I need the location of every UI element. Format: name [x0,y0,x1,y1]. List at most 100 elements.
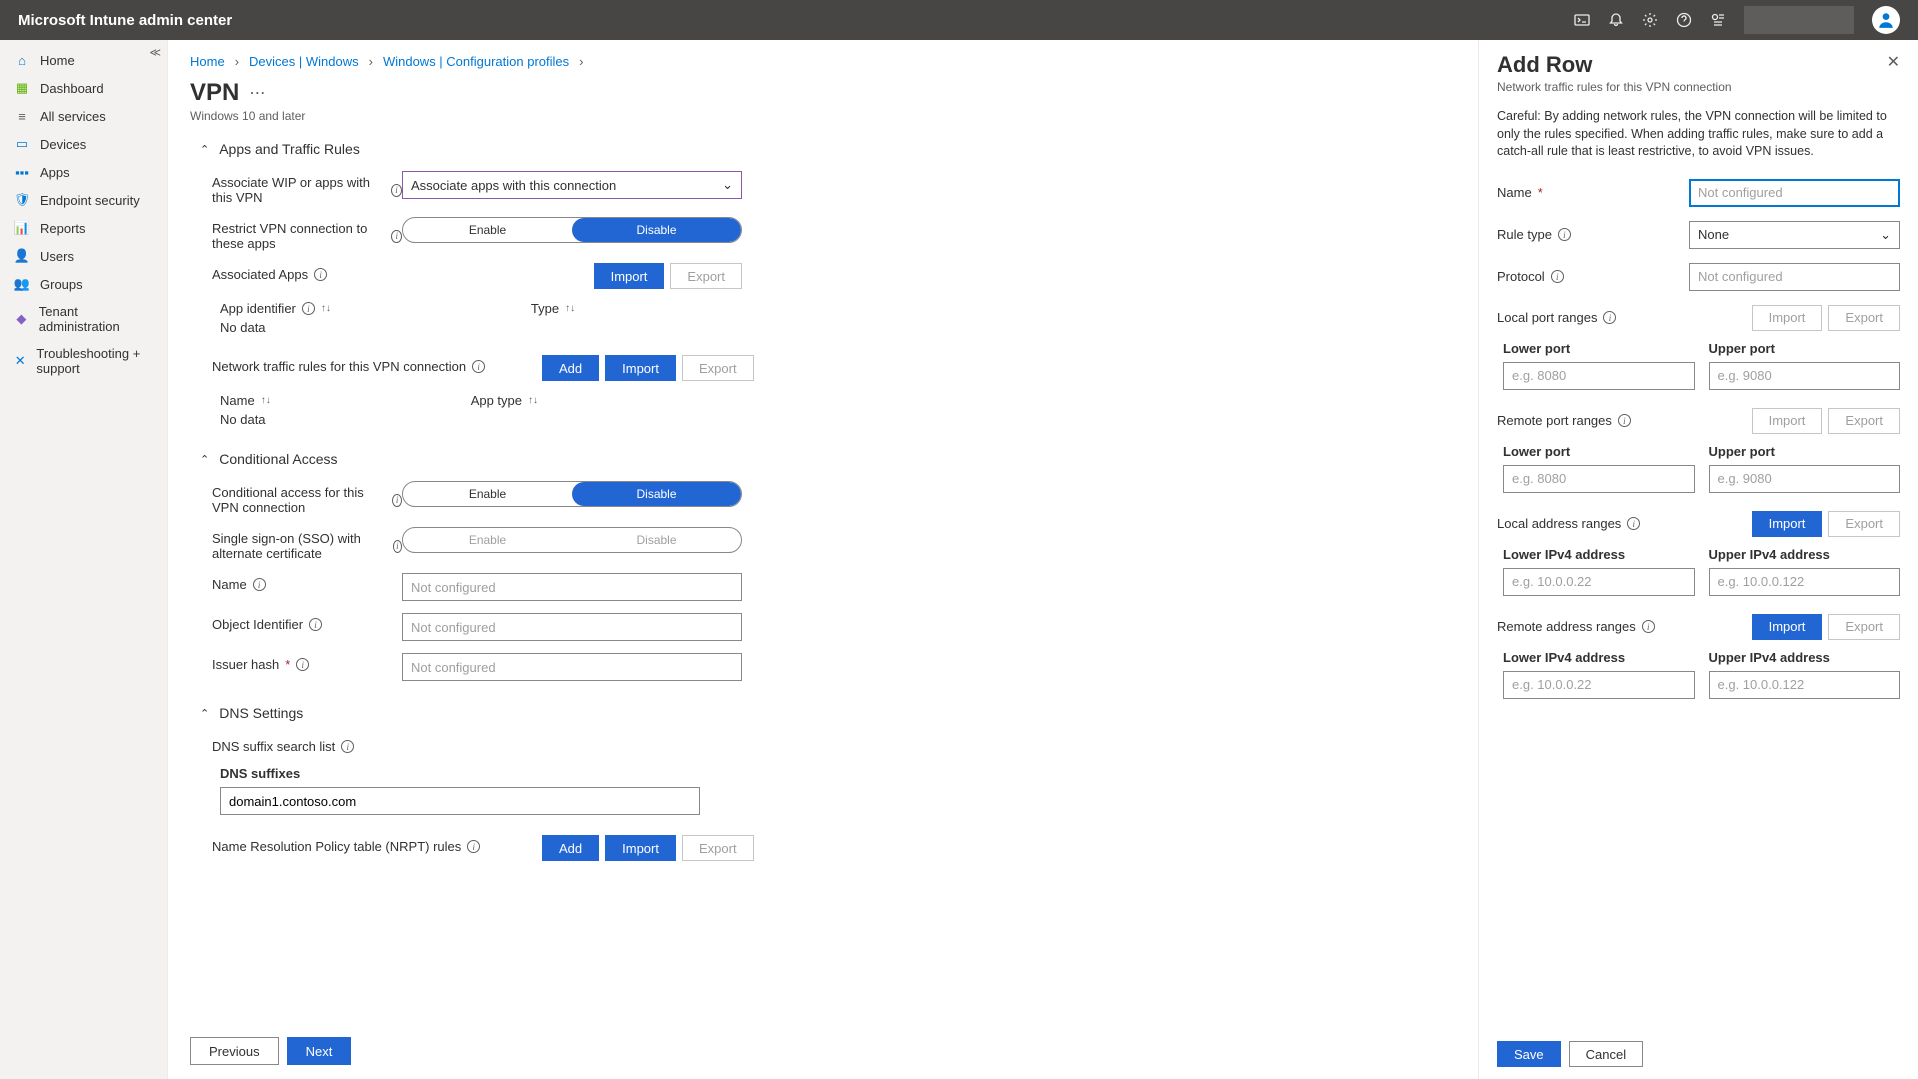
list-icon: ≡ [14,108,30,124]
flyout-title: Add Row [1497,52,1732,78]
section-toggle[interactable]: ⌃Conditional Access [200,451,1456,467]
apps-icon: ▪▪▪ [14,164,30,180]
sidebar-item-users[interactable]: 👤Users [0,242,167,270]
wrench-icon: ✕ [14,353,26,369]
account-block[interactable] [1744,6,1854,34]
info-icon[interactable]: i [472,360,485,373]
sidebar-item-apps[interactable]: ▪▪▪Apps [0,158,167,186]
col-name[interactable]: Name [220,393,255,408]
add-button[interactable]: Add [542,355,599,381]
upper-port-input[interactable] [1709,465,1901,493]
next-button[interactable]: Next [287,1037,352,1065]
import-button[interactable]: Import [605,835,676,861]
breadcrumb-link[interactable]: Windows | Configuration profiles [383,54,569,69]
toggle-disable[interactable]: Disable [572,218,741,242]
col-app-type[interactable]: App type [471,393,522,408]
info-icon[interactable]: i [1551,270,1564,283]
protocol-input[interactable] [1689,263,1900,291]
upper-port-input[interactable] [1709,362,1901,390]
label-remote-ports: Remote port ranges [1497,413,1612,428]
info-icon[interactable]: i [314,268,327,281]
ca-toggle[interactable]: EnableDisable [402,481,742,507]
more-icon[interactable]: ⋯ [249,83,266,103]
label-local-ports: Local port ranges [1497,310,1597,325]
lower-port-input[interactable] [1503,465,1695,493]
sidebar-item-label: Dashboard [40,81,104,96]
toggle-enable[interactable]: Enable [403,482,572,506]
info-icon[interactable]: i [391,184,402,197]
sort-icon[interactable]: ↑↓ [565,303,575,314]
section-toggle[interactable]: ⌃DNS Settings [200,705,1456,721]
sidebar-item-home[interactable]: ⌂Home [0,46,167,74]
cancel-button[interactable]: Cancel [1569,1041,1643,1067]
lower-ip-input[interactable] [1503,671,1695,699]
info-icon[interactable]: i [467,840,480,853]
sidebar-item-devices[interactable]: ▭Devices [0,130,167,158]
add-button[interactable]: Add [542,835,599,861]
sidebar-item-tenant[interactable]: ◆Tenant administration [0,298,167,340]
info-icon[interactable]: i [302,302,315,315]
upper-ip-input[interactable] [1709,671,1901,699]
previous-button[interactable]: Previous [190,1037,279,1065]
page-subtitle: Windows 10 and later [190,109,1456,123]
breadcrumb-link[interactable]: Devices | Windows [249,54,359,69]
col-app-id[interactable]: App identifier [220,301,296,316]
info-icon[interactable]: i [1618,414,1631,427]
lower-port-input[interactable] [1503,362,1695,390]
import-button[interactable]: Import [1752,511,1823,537]
name-input[interactable] [1689,179,1900,207]
import-button[interactable]: Import [594,263,665,289]
notifications-icon[interactable] [1608,12,1624,28]
info-icon[interactable]: i [393,540,402,553]
help-icon[interactable] [1676,12,1692,28]
sort-icon[interactable]: ↑↓ [261,395,271,406]
import-button[interactable]: Import [1752,614,1823,640]
toggle-disable[interactable]: Disable [572,482,741,506]
info-icon[interactable]: i [392,494,402,507]
rule-type-dropdown[interactable]: None⌄ [1689,221,1900,249]
settings-icon[interactable] [1642,12,1658,28]
label-local-addr: Local address ranges [1497,516,1621,531]
info-icon[interactable]: i [1627,517,1640,530]
chevron-right-icon: › [235,54,239,69]
label-restrict: Restrict VPN connection to these apps [212,221,385,251]
sidebar-item-reports[interactable]: 📊Reports [0,214,167,242]
info-icon[interactable]: i [1603,311,1616,324]
col-type[interactable]: Type [531,301,559,316]
info-icon[interactable]: i [1642,620,1655,633]
save-button[interactable]: Save [1497,1041,1561,1067]
hash-input[interactable] [402,653,742,681]
section-toggle[interactable]: ⌃Apps and Traffic Rules [200,141,1456,157]
info-icon[interactable]: i [296,658,309,671]
associate-dropdown[interactable]: Associate apps with this connection⌄ [402,171,742,199]
sidebar-item-groups[interactable]: 👥Groups [0,270,167,298]
info-icon[interactable]: i [309,618,322,631]
sort-icon[interactable]: ↑↓ [321,303,331,314]
avatar[interactable] [1872,6,1900,34]
sidebar-item-all-services[interactable]: ≡All services [0,102,167,130]
info-icon[interactable]: i [341,740,354,753]
name-input[interactable] [402,573,742,601]
feedback-icon[interactable] [1710,12,1726,28]
add-row-flyout: Add Row Network traffic rules for this V… [1478,40,1918,1079]
info-icon[interactable]: i [1558,228,1571,241]
breadcrumb-link[interactable]: Home [190,54,225,69]
wizard-footer: Previous Next [190,1037,351,1065]
import-button[interactable]: Import [605,355,676,381]
collapse-icon[interactable]: ≪ [149,46,161,59]
info-icon[interactable]: i [253,578,266,591]
restrict-toggle[interactable]: EnableDisable [402,217,742,243]
close-icon[interactable]: ✕ [1887,52,1900,72]
cloudshell-icon[interactable] [1574,12,1590,28]
sidebar-item-troubleshoot[interactable]: ✕Troubleshooting + support [0,340,167,382]
sort-icon[interactable]: ↑↓ [528,395,538,406]
lower-ip-input[interactable] [1503,568,1695,596]
sidebar-item-dashboard[interactable]: ▦Dashboard [0,74,167,102]
oid-input[interactable] [402,613,742,641]
flyout-warning: Careful: By adding network rules, the VP… [1497,108,1900,161]
upper-ip-input[interactable] [1709,568,1901,596]
toggle-enable[interactable]: Enable [403,218,572,242]
info-icon[interactable]: i [391,230,402,243]
suffix-input[interactable] [220,787,700,815]
sidebar-item-endpoint-security[interactable]: 🛡Endpoint security [0,186,167,214]
